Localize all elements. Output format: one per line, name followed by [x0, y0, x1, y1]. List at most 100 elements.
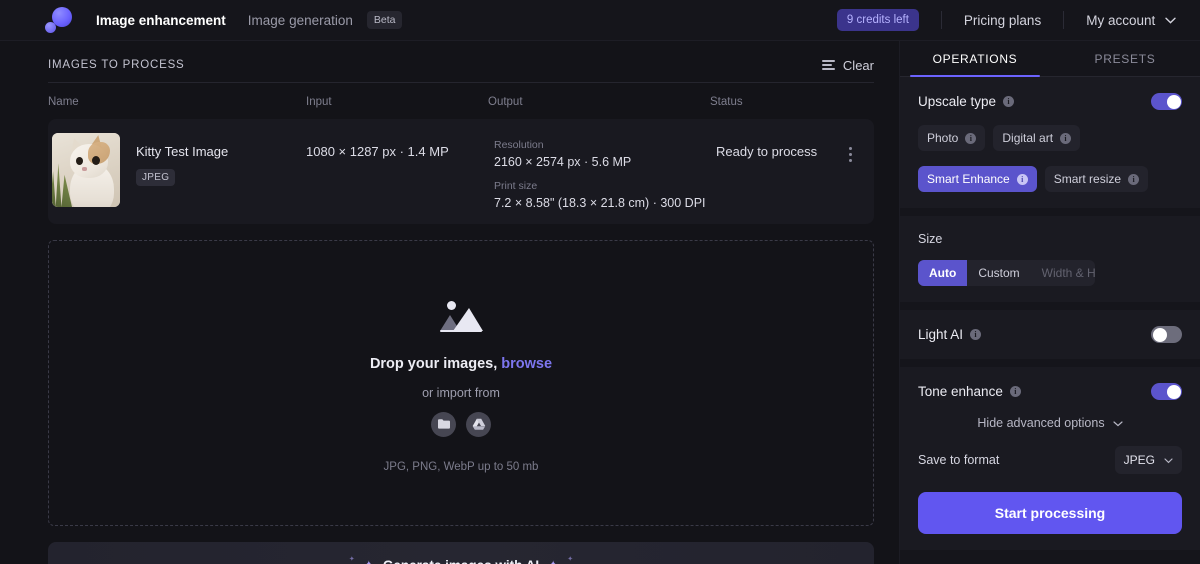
- chip-smart-resize-label: Smart resize: [1053, 172, 1122, 186]
- clear-label: Clear: [842, 57, 874, 73]
- browse-link[interactable]: browse: [501, 356, 552, 372]
- save-format-row: Save to format JPEG: [918, 432, 1182, 474]
- file-input-info: 1080 × 1287 px · 1.4 MP: [306, 144, 449, 159]
- column-header-input: Input: [306, 96, 332, 108]
- info-icon-tone-enhance[interactable]: i: [1009, 386, 1021, 397]
- sparkle-icon-3: ✦: [548, 558, 558, 564]
- image-placeholder-icon: [438, 294, 484, 336]
- nav-image-enhancement[interactable]: Image enhancement: [96, 13, 226, 28]
- upscale-type-toggle[interactable]: [1151, 93, 1182, 110]
- column-header-name: Name: [48, 96, 79, 108]
- sparkle-icon-4: ✦: [567, 556, 574, 563]
- dropzone-title: Drop your images, browse: [370, 356, 552, 372]
- light-ai-label: Light AI: [918, 327, 964, 342]
- header-right-group: 9 credits left Pricing plans My account: [836, 9, 1176, 31]
- light-ai-toggle[interactable]: [1151, 326, 1182, 343]
- size-option-auto[interactable]: Auto: [918, 260, 968, 286]
- print-size-value: 7.2 × 8.58" (18.3 × 21.8 cm) · 300 DPI: [494, 196, 706, 210]
- chevron-down-icon: [1165, 17, 1176, 24]
- tone-enhance-label: Tone enhance: [918, 384, 1003, 399]
- app-logo-icon[interactable]: [44, 6, 72, 34]
- chip-smart-enhance[interactable]: Smart Enhance i: [918, 166, 1037, 192]
- save-format-value: JPEG: [1123, 453, 1155, 467]
- size-dimensions-input[interactable]: Width & Height: [1031, 260, 1095, 286]
- google-drive-icon[interactable]: [466, 411, 491, 437]
- my-account-label: My account: [1086, 12, 1156, 28]
- filter-lines-icon: [821, 60, 835, 70]
- resolution-label: Resolution: [494, 139, 544, 151]
- chip-smart-resize[interactable]: Smart resize i: [1044, 166, 1149, 192]
- chip-photo[interactable]: Photo i: [918, 125, 986, 151]
- column-header-output: Output: [488, 96, 523, 108]
- operations-panel: OPERATIONS PRESETS Upscale type i Photo …: [899, 41, 1200, 564]
- info-icon-smart-resize[interactable]: i: [1128, 173, 1140, 185]
- file-name: Kitty Test Image: [136, 144, 229, 159]
- chip-photo-label: Photo: [927, 131, 959, 145]
- header-divider-2: [1063, 11, 1065, 29]
- light-ai-header: Light AI i: [918, 326, 1182, 343]
- tone-enhance-card: Tone enhance i Hide advanced options Sav…: [900, 367, 1200, 550]
- upscale-chip-row-1: Photo i Digital art i: [918, 125, 1182, 151]
- save-format-select[interactable]: JPEG: [1114, 446, 1182, 474]
- info-icon-photo[interactable]: i: [965, 132, 977, 144]
- chip-smart-enhance-label: Smart Enhance: [927, 172, 1010, 186]
- chip-digital-art-label: Digital art: [1002, 131, 1054, 145]
- generate-with-ai-banner[interactable]: ✦ ✦ Generate images with AI ✦ ✦: [48, 542, 874, 564]
- upscale-type-card: Upscale type i Photo i Digital art i Sma…: [900, 77, 1200, 208]
- upscale-type-header: Upscale type i: [918, 93, 1182, 110]
- chevron-down-icon-advanced: [1112, 414, 1123, 432]
- file-name-cell: Kitty Test Image JPEG: [52, 133, 306, 210]
- section-header: IMAGES TO PROCESS Clear: [48, 48, 874, 82]
- nav-image-generation[interactable]: Image generation: [248, 13, 353, 28]
- tone-enhance-toggle[interactable]: [1151, 383, 1182, 400]
- advanced-options-label: Hide advanced options: [977, 416, 1105, 430]
- status-text: Ready to process: [716, 144, 818, 159]
- import-sources: [431, 411, 491, 437]
- sparkle-icon-1: ✦: [348, 556, 355, 563]
- body-container: IMAGES TO PROCESS Clear Name Input Outpu…: [0, 41, 1200, 564]
- table-row[interactable]: Kitty Test Image JPEG 1080 × 1287 px · 1…: [48, 119, 874, 224]
- size-option-custom[interactable]: Custom: [967, 260, 1030, 286]
- sparkle-icon-2: ✦: [364, 558, 374, 564]
- size-card: Size Auto Custom Width & Height: [900, 216, 1200, 302]
- size-label: Size: [918, 232, 943, 246]
- panel-body: Upscale type i Photo i Digital art i Sma…: [900, 77, 1200, 564]
- top-header: Image enhancement Image generation Beta …: [0, 0, 1200, 41]
- main-content: IMAGES TO PROCESS Clear Name Input Outpu…: [0, 41, 899, 564]
- app-root: Image enhancement Image generation Beta …: [0, 0, 1200, 564]
- primary-nav: Image enhancement Image generation Beta: [96, 11, 403, 29]
- my-account-menu[interactable]: My account: [1086, 13, 1176, 28]
- dropzone-title-text: Drop your images,: [369, 355, 498, 372]
- panel-tabs: OPERATIONS PRESETS: [900, 41, 1200, 77]
- beta-badge: Beta: [366, 11, 403, 29]
- table-column-headers: Name Input Output Status: [48, 87, 874, 117]
- info-icon-digital-art[interactable]: i: [1060, 132, 1072, 144]
- pricing-plans-link[interactable]: Pricing plans: [964, 13, 1041, 28]
- file-output-cell: Resolution 2160 × 2574 px · 5.6 MP Print…: [494, 133, 716, 210]
- info-icon-smart-enhance[interactable]: i: [1016, 173, 1028, 185]
- dropzone[interactable]: Drop your images, browse or import from: [48, 240, 874, 526]
- credits-badge[interactable]: 9 credits left: [836, 9, 919, 31]
- chip-digital-art[interactable]: Digital art i: [993, 125, 1081, 151]
- page-title: IMAGES TO PROCESS: [48, 59, 185, 71]
- tab-presets[interactable]: PRESETS: [1050, 41, 1200, 76]
- image-thumbnail[interactable]: [52, 133, 120, 207]
- chevron-down-icon-format: [1164, 451, 1173, 469]
- info-icon-upscale[interactable]: i: [1003, 96, 1015, 107]
- tab-operations[interactable]: OPERATIONS: [900, 41, 1050, 77]
- header-divider: [48, 82, 874, 83]
- tone-enhance-header: Tone enhance i: [918, 383, 1182, 400]
- resolution-value: 2160 × 2574 px · 5.6 MP: [494, 155, 632, 169]
- upscale-type-label: Upscale type: [918, 94, 997, 109]
- size-segmented-control: Auto Custom Width & Height: [918, 260, 1095, 286]
- row-menu-icon[interactable]: [840, 133, 860, 210]
- clear-button[interactable]: Clear: [821, 57, 874, 73]
- generate-banner-label: Generate images with AI: [383, 558, 539, 564]
- info-icon-light-ai[interactable]: i: [970, 329, 982, 340]
- advanced-options-toggle[interactable]: Hide advanced options: [918, 400, 1182, 432]
- light-ai-card: Light AI i: [900, 310, 1200, 359]
- upscale-chip-row-2: Smart Enhance i Smart resize i: [918, 166, 1182, 192]
- start-processing-button[interactable]: Start processing: [918, 492, 1182, 534]
- folder-icon[interactable]: [431, 411, 456, 437]
- dropzone-note: JPG, PNG, WebP up to 50 mb: [383, 460, 539, 473]
